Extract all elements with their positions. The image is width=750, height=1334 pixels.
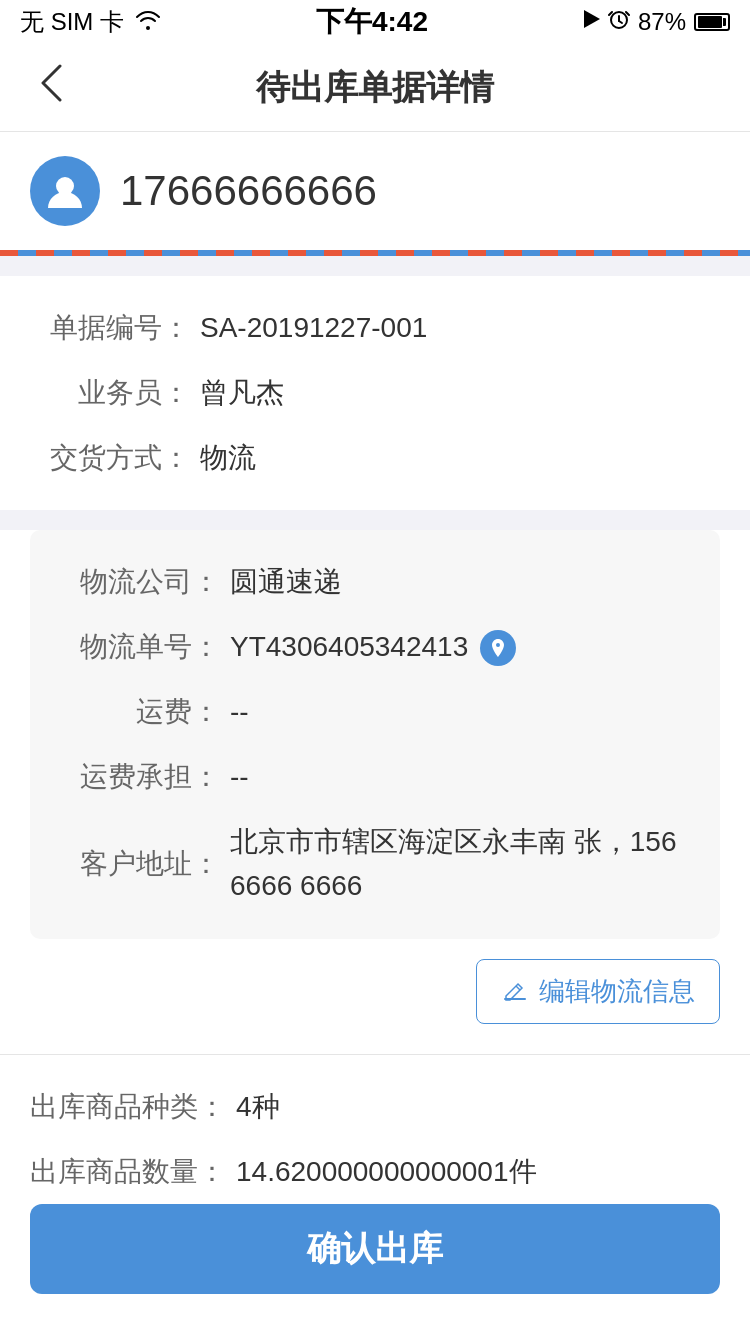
dashed-separator bbox=[0, 250, 750, 256]
salesman-label: 业务员： bbox=[30, 371, 190, 416]
order-number-row: 单据编号： SA-20191227-001 bbox=[30, 306, 720, 351]
alarm-icon bbox=[608, 8, 630, 36]
logistics-tracking-row: 物流单号： YT4306405342413 bbox=[60, 625, 690, 670]
logistics-address-row: 客户地址： 北京市市辖区海淀区永丰南 张，156 6666 6666 bbox=[60, 820, 690, 910]
salesman-value: 曾凡杰 bbox=[200, 371, 720, 416]
logistics-freight-row: 运费： -- bbox=[60, 690, 690, 735]
salesman-row: 业务员： 曾凡杰 bbox=[30, 371, 720, 416]
logistics-company-row: 物流公司： 圆通速递 bbox=[60, 560, 690, 605]
logistics-address-value: 北京市市辖区海淀区永丰南 张，156 6666 6666 bbox=[230, 820, 690, 910]
svg-line-2 bbox=[619, 21, 622, 23]
back-button[interactable] bbox=[30, 54, 72, 121]
edit-logistics-button[interactable]: 编辑物流信息 bbox=[476, 959, 720, 1024]
confirm-btn-wrapper: 确认出库 bbox=[0, 1184, 750, 1334]
avatar bbox=[30, 156, 100, 226]
battery-icon bbox=[694, 13, 730, 31]
battery-percent: 87% bbox=[638, 8, 686, 36]
edit-btn-row: 编辑物流信息 bbox=[30, 959, 720, 1024]
logistics-tracking-value: YT4306405342413 bbox=[230, 625, 690, 670]
page-title: 待出库单据详情 bbox=[256, 65, 494, 111]
goods-type-value: 4种 bbox=[236, 1085, 720, 1130]
logistics-section: 物流公司： 圆通速递 物流单号： YT4306405342413 运费： -- bbox=[0, 530, 750, 1054]
status-time: 下午4:42 bbox=[316, 3, 428, 41]
logistics-bearer-row: 运费承担： -- bbox=[60, 755, 690, 800]
status-bar: 无 SIM 卡 下午4:42 bbox=[0, 0, 750, 44]
logistics-card: 物流公司： 圆通速递 物流单号： YT4306405342413 运费： -- bbox=[30, 530, 720, 939]
edit-icon bbox=[501, 978, 529, 1006]
goods-type-row: 出库商品种类： 4种 bbox=[30, 1085, 720, 1130]
logistics-bearer-value: -- bbox=[230, 755, 690, 800]
logistics-company-label: 物流公司： bbox=[60, 560, 220, 605]
delivery-row: 交货方式： 物流 bbox=[30, 436, 720, 481]
tracking-location-icon[interactable] bbox=[480, 630, 516, 666]
order-info-section: 单据编号： SA-20191227-001 业务员： 曾凡杰 交货方式： 物流 bbox=[0, 276, 750, 510]
goods-type-label: 出库商品种类： bbox=[30, 1085, 226, 1130]
order-number-value: SA-20191227-001 bbox=[200, 306, 720, 351]
logistics-freight-value: -- bbox=[230, 690, 690, 735]
confirm-btn-label: 确认出库 bbox=[307, 1226, 443, 1272]
wifi-icon bbox=[134, 8, 162, 36]
logistics-bearer-label: 运费承担： bbox=[60, 755, 220, 800]
logistics-freight-label: 运费： bbox=[60, 690, 220, 735]
status-right: 87% bbox=[582, 8, 730, 36]
user-phone: 17666666666 bbox=[120, 167, 377, 215]
carrier-text: 无 SIM 卡 bbox=[20, 6, 124, 38]
edit-logistics-label: 编辑物流信息 bbox=[539, 974, 695, 1009]
logistics-address-label: 客户地址： bbox=[60, 842, 220, 887]
confirm-outbound-button[interactable]: 确认出库 bbox=[30, 1204, 720, 1294]
delivery-label: 交货方式： bbox=[30, 436, 190, 481]
nav-bar: 待出库单据详情 bbox=[0, 44, 750, 132]
user-header: 17666666666 bbox=[0, 132, 750, 250]
status-left: 无 SIM 卡 bbox=[20, 6, 162, 38]
logistics-company-value: 圆通速递 bbox=[230, 560, 690, 605]
logistics-tracking-label: 物流单号： bbox=[60, 625, 220, 670]
delivery-value: 物流 bbox=[200, 436, 720, 481]
location-status-icon bbox=[582, 8, 600, 36]
order-number-label: 单据编号： bbox=[30, 306, 190, 351]
